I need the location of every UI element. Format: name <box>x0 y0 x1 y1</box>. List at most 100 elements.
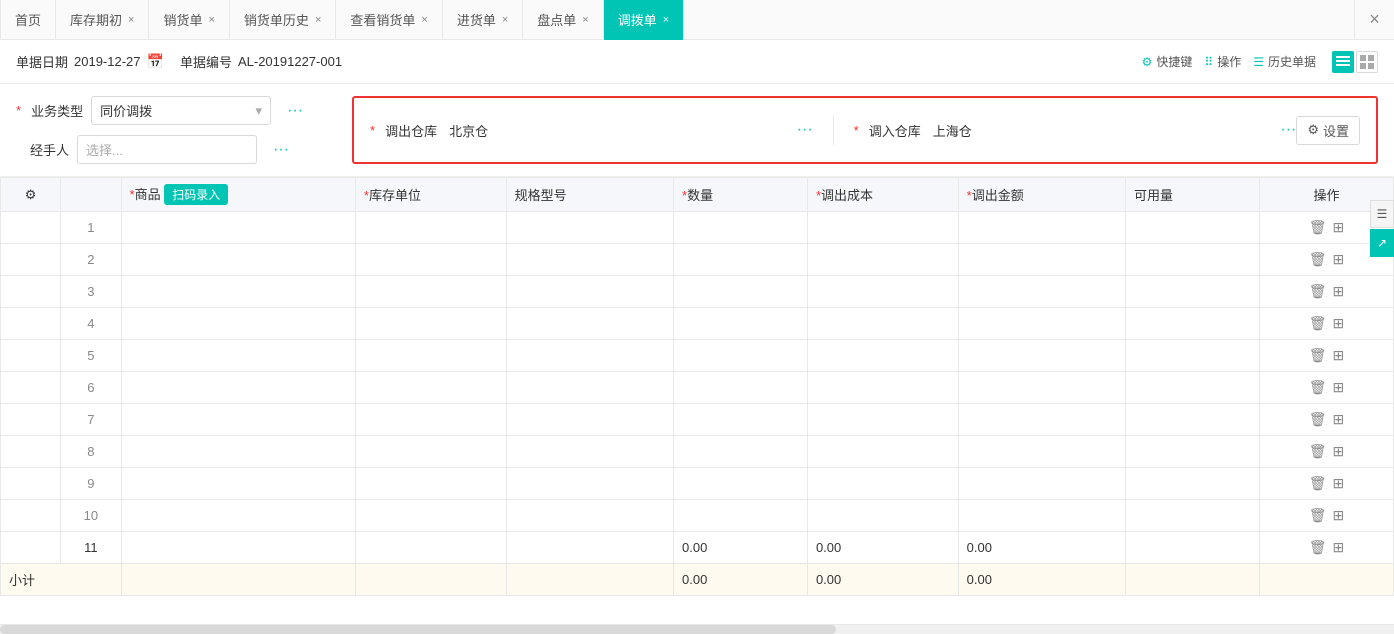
row-spec-7[interactable] <box>506 404 673 436</box>
row-product-2[interactable] <box>121 244 355 276</box>
more-options-button[interactable]: ··· <box>287 102 303 120</box>
row-available-6[interactable] <box>1126 372 1260 404</box>
row-unit-8[interactable] <box>355 436 506 468</box>
row-amount-7[interactable] <box>958 404 1125 436</box>
row-product-10[interactable] <box>121 500 355 532</box>
delete-row-1-button[interactable]: 🗑 <box>1309 219 1327 236</box>
row-product-3[interactable] <box>121 276 355 308</box>
delete-row-6-button[interactable]: 🗑 <box>1309 379 1327 396</box>
row-available-2[interactable] <box>1126 244 1260 276</box>
row-unit-4[interactable] <box>355 308 506 340</box>
copy-row-2-button[interactable]: ⊞ <box>1333 251 1345 268</box>
list-view-button[interactable] <box>1332 51 1354 73</box>
tab-home[interactable]: 首页 <box>0 0 56 40</box>
out-warehouse-more-button[interactable]: ··· <box>797 121 813 139</box>
th-gear[interactable]: ⚙ <box>1 178 61 212</box>
row-qty-5[interactable] <box>674 340 808 372</box>
row-amount-8[interactable] <box>958 436 1125 468</box>
copy-row-6-button[interactable]: ⊞ <box>1333 379 1345 396</box>
row-available-5[interactable] <box>1126 340 1260 372</box>
shortcut-button[interactable]: ⚙ 快捷键 <box>1142 53 1193 70</box>
copy-subtotal-button[interactable]: ⊞ <box>1333 539 1345 556</box>
delete-subtotal-button[interactable]: 🗑 <box>1309 539 1327 556</box>
copy-row-3-button[interactable]: ⊞ <box>1333 283 1345 300</box>
close-window-button[interactable]: × <box>1354 0 1394 40</box>
row-cost-2[interactable] <box>807 244 958 276</box>
right-sidebar-notes-button[interactable]: ☰ <box>1370 200 1394 228</box>
row-spec-9[interactable] <box>506 468 673 500</box>
scrollbar-thumb[interactable] <box>0 625 836 634</box>
row-available-10[interactable] <box>1126 500 1260 532</box>
tab-close-transfer[interactable]: × <box>663 14 669 26</box>
row-qty-2[interactable] <box>674 244 808 276</box>
row-qty-4[interactable] <box>674 308 808 340</box>
tab-close-view-sales[interactable]: × <box>421 14 427 26</box>
delete-row-7-button[interactable]: 🗑 <box>1309 411 1327 428</box>
row-cost-5[interactable] <box>807 340 958 372</box>
delete-row-8-button[interactable]: 🗑 <box>1309 443 1327 460</box>
tab-close-sales-order[interactable]: × <box>208 14 214 26</box>
row-available-4[interactable] <box>1126 308 1260 340</box>
tab-close-purchase[interactable]: × <box>502 14 508 26</box>
tab-close-stocktake[interactable]: × <box>582 14 588 26</box>
row-amount-4[interactable] <box>958 308 1125 340</box>
delete-row-2-button[interactable]: 🗑 <box>1309 251 1327 268</box>
horizontal-scrollbar[interactable] <box>0 624 1394 634</box>
calendar-icon[interactable]: 📅 <box>147 53 164 70</box>
row-qty-9[interactable] <box>674 468 808 500</box>
row-spec-5[interactable] <box>506 340 673 372</box>
tab-close-inventory-init[interactable]: × <box>128 14 134 26</box>
row-qty-10[interactable] <box>674 500 808 532</box>
row-available-3[interactable] <box>1126 276 1260 308</box>
right-sidebar-expand-button[interactable]: ↗ <box>1370 229 1394 257</box>
row-amount-10[interactable] <box>958 500 1125 532</box>
row-cost-3[interactable] <box>807 276 958 308</box>
row-cost-8[interactable] <box>807 436 958 468</box>
row-available-7[interactable] <box>1126 404 1260 436</box>
row-cost-1[interactable] <box>807 212 958 244</box>
handler-more-button[interactable]: ··· <box>273 141 289 159</box>
tab-close-sales-history[interactable]: × <box>315 14 321 26</box>
row-amount-1[interactable] <box>958 212 1125 244</box>
row-unit-3[interactable] <box>355 276 506 308</box>
row-spec-10[interactable] <box>506 500 673 532</box>
row-unit-1[interactable] <box>355 212 506 244</box>
copy-row-4-button[interactable]: ⊞ <box>1333 315 1345 332</box>
row-amount-6[interactable] <box>958 372 1125 404</box>
row-product-9[interactable] <box>121 468 355 500</box>
grid-view-button[interactable] <box>1356 51 1378 73</box>
copy-row-10-button[interactable]: ⊞ <box>1333 507 1345 524</box>
row-unit-9[interactable] <box>355 468 506 500</box>
row-product-6[interactable] <box>121 372 355 404</box>
row-qty-6[interactable] <box>674 372 808 404</box>
operation-button[interactable]: ⠿ 操作 <box>1204 53 1241 70</box>
in-warehouse-more-button[interactable]: ··· <box>1280 121 1296 139</box>
row-unit-5[interactable] <box>355 340 506 372</box>
tab-transfer[interactable]: 调拨单 × <box>604 0 684 40</box>
delete-row-5-button[interactable]: 🗑 <box>1309 347 1327 364</box>
row-amount-9[interactable] <box>958 468 1125 500</box>
delete-row-10-button[interactable]: 🗑 <box>1309 507 1327 524</box>
row-cost-4[interactable] <box>807 308 958 340</box>
row-amount-5[interactable] <box>958 340 1125 372</box>
row-spec-8[interactable] <box>506 436 673 468</box>
copy-row-8-button[interactable]: ⊞ <box>1333 443 1345 460</box>
row-product-8[interactable] <box>121 436 355 468</box>
row-amount-3[interactable] <box>958 276 1125 308</box>
date-value[interactable]: 2019-12-27 <box>74 54 141 69</box>
row-product-7[interactable] <box>121 404 355 436</box>
tab-inventory-init[interactable]: 库存期初 × <box>56 0 149 40</box>
row-available-9[interactable] <box>1126 468 1260 500</box>
row-spec-3[interactable] <box>506 276 673 308</box>
tab-purchase[interactable]: 进货单 × <box>443 0 523 40</box>
row-available-8[interactable] <box>1126 436 1260 468</box>
settings-button[interactable]: ⚙ 设置 <box>1296 116 1360 145</box>
row-available-1[interactable] <box>1126 212 1260 244</box>
copy-row-7-button[interactable]: ⊞ <box>1333 411 1345 428</box>
row-product-4[interactable] <box>121 308 355 340</box>
delete-row-9-button[interactable]: 🗑 <box>1309 475 1327 492</box>
row-unit-2[interactable] <box>355 244 506 276</box>
row-qty-7[interactable] <box>674 404 808 436</box>
scan-entry-button[interactable]: 扫码录入 <box>164 184 228 205</box>
business-type-select[interactable]: 同价调拨 ▾ <box>91 96 271 125</box>
